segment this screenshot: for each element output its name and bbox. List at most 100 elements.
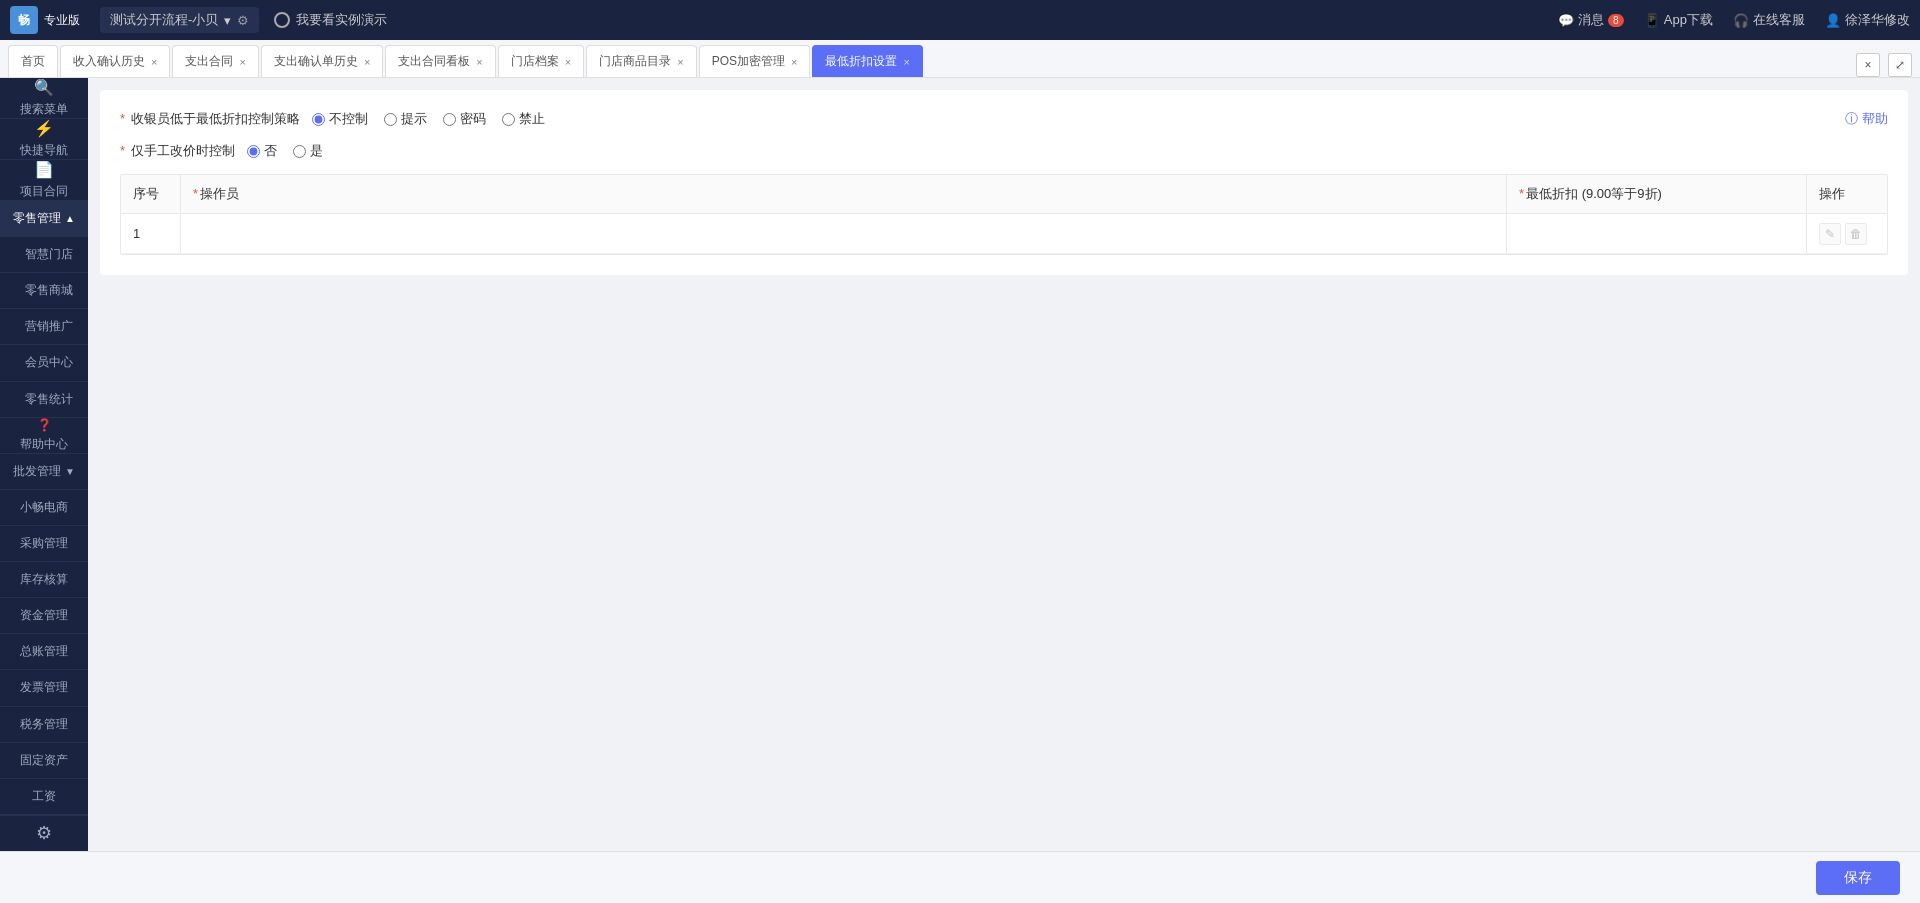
sidebar-item-funds[interactable]: 资金管理 [0, 598, 88, 634]
close-icon[interactable]: × [903, 56, 909, 68]
col-operator: *操作员 [181, 175, 1507, 213]
sidebar-item-purchase[interactable]: 采购管理 [0, 526, 88, 562]
option-password[interactable]: 密码 [443, 110, 486, 128]
tab-expense-dashboard[interactable]: 支出合同看板 × [385, 45, 495, 77]
user-label: 徐泽华修改 [1845, 11, 1910, 29]
message-button[interactable]: 💬 消息 8 [1558, 11, 1624, 29]
logo: 畅 专业版 [10, 6, 80, 34]
sidebar-item-label: 资金管理 [20, 607, 68, 624]
radio-no-control[interactable] [312, 113, 325, 126]
cell-seq: 1 [121, 214, 181, 253]
tab-min-discount-settings[interactable]: 最低折扣设置 × [812, 45, 922, 77]
sidebar-item-label: 总账管理 [20, 643, 68, 660]
option-remind[interactable]: 提示 [384, 110, 427, 128]
main-layout: 🔍 搜索菜单 ⚡ 快捷导航 📄 项目合同 零售管理 ▲ 智慧门店 零售商城 营销… [0, 78, 1920, 851]
sidebar-item-fixed-assets[interactable]: 固定资产 [0, 743, 88, 779]
sidebar-item-label: 零售管理 [13, 210, 61, 227]
project-selector[interactable]: 测试分开流程-小贝 ▾ ⚙ [100, 7, 259, 33]
manual-control-form-row: * 仅手工改价时控制 否 是 [120, 142, 1888, 160]
close-icon[interactable]: × [364, 56, 370, 68]
sidebar-item-retail-stats[interactable]: 零售统计 [0, 382, 88, 418]
expand-button[interactable]: ⤢ [1888, 53, 1912, 77]
radio-forbid[interactable] [502, 113, 515, 126]
tab-revenue-history[interactable]: 收入确认历史 × [60, 45, 170, 77]
contract-icon: 📄 [34, 160, 54, 179]
sidebar-item-ledger[interactable]: 总账管理 [0, 634, 88, 670]
tab-label: 门店档案 [511, 53, 559, 70]
radio-yes[interactable] [293, 145, 306, 158]
tab-store-products[interactable]: 门店商品目录 × [586, 45, 696, 77]
sidebar-item-label: 项目合同 [20, 183, 68, 200]
radio-no[interactable] [247, 145, 260, 158]
manual-control-radio-group: 否 是 [247, 142, 323, 160]
option-forbid[interactable]: 禁止 [502, 110, 545, 128]
option-no-control[interactable]: 不控制 [312, 110, 368, 128]
sidebar-item-member[interactable]: 会员中心 [0, 345, 88, 381]
user-profile-button[interactable]: 👤 徐泽华修改 [1825, 11, 1910, 29]
tab-expense-contract[interactable]: 支出合同 × [172, 45, 258, 77]
close-icon[interactable]: × [151, 56, 157, 68]
cell-discount [1507, 214, 1807, 253]
settings-icon: ⚙ [36, 822, 52, 844]
demo-link[interactable]: 我要看实例演示 [274, 11, 387, 29]
tab-store-archive[interactable]: 门店档案 × [498, 45, 584, 77]
sidebar-item-label: 会员中心 [25, 354, 73, 371]
tab-expense-confirm-history[interactable]: 支出确认单历史 × [261, 45, 383, 77]
tab-home[interactable]: 首页 [8, 45, 58, 77]
edit-row-button[interactable]: ✎ [1819, 223, 1841, 245]
footer: 保存 [0, 851, 1920, 903]
message-icon: 💬 [1558, 13, 1574, 28]
sidebar-item-help[interactable]: ❓ 帮助中心 [0, 418, 88, 454]
tab-pos-encryption[interactable]: POS加密管理 × [699, 45, 811, 77]
logo-text: 专业版 [44, 12, 80, 29]
logo-icon: 畅 [10, 6, 38, 34]
close-icon[interactable]: × [791, 56, 797, 68]
sidebar-item-label: 小畅电商 [20, 499, 68, 516]
save-button[interactable]: 保存 [1816, 861, 1900, 895]
sidebar-item-smart-store[interactable]: 智慧门店 [0, 237, 88, 273]
sidebar-item-inventory[interactable]: 库存核算 [0, 562, 88, 598]
question-icon: ⓘ [1845, 110, 1858, 128]
discount-control-radio-group: 不控制 提示 密码 禁止 [312, 110, 545, 128]
sidebar-item-search[interactable]: 🔍 搜索菜单 [0, 78, 88, 119]
option-no[interactable]: 否 [247, 142, 277, 160]
user-icon: 👤 [1825, 13, 1841, 28]
sidebar-item-label: 零售统计 [25, 391, 73, 408]
sidebar-item-label: 固定资产 [20, 752, 68, 769]
sidebar-item-quicknav[interactable]: ⚡ 快捷导航 [0, 119, 88, 160]
col-seq: 序号 [121, 175, 181, 213]
sidebar-item-wholesale[interactable]: 批发管理 ▼ [0, 454, 88, 490]
close-icon[interactable]: × [677, 56, 683, 68]
radio-password[interactable] [443, 113, 456, 126]
sidebar-item-tax[interactable]: 税务管理 [0, 707, 88, 743]
table-header: 序号 *操作员 *最低折扣 (9.00等于9折) 操作 [121, 175, 1887, 214]
sidebar-item-marketing[interactable]: 营销推广 [0, 309, 88, 345]
close-icon[interactable]: × [239, 56, 245, 68]
demo-icon [274, 12, 290, 28]
operator-discount-table: 序号 *操作员 *最低折扣 (9.00等于9折) 操作 1 ✎ 🗑 [120, 174, 1888, 255]
demo-text: 我要看实例演示 [296, 11, 387, 29]
close-tab-button[interactable]: × [1856, 53, 1880, 77]
online-service-button[interactable]: 🎧 在线客服 [1733, 11, 1805, 29]
close-icon[interactable]: × [565, 56, 571, 68]
tab-actions: × ⤢ [1856, 53, 1912, 77]
app-download-button[interactable]: 📱 App下载 [1644, 11, 1713, 29]
cell-actions: ✎ 🗑 [1807, 214, 1887, 253]
close-icon[interactable]: × [476, 56, 482, 68]
option-yes[interactable]: 是 [293, 142, 323, 160]
sidebar-item-contract[interactable]: 📄 项目合同 [0, 160, 88, 201]
help-link[interactable]: ⓘ 帮助 [1845, 110, 1888, 128]
delete-row-button[interactable]: 🗑 [1845, 223, 1867, 245]
sidebar-settings-button[interactable]: ⚙ [0, 815, 88, 851]
sidebar-item-invoice[interactable]: 发票管理 [0, 670, 88, 706]
sidebar-item-retail[interactable]: 零售管理 ▲ [0, 201, 88, 237]
sidebar-item-retail-mall[interactable]: 零售商城 [0, 273, 88, 309]
radio-remind[interactable] [384, 113, 397, 126]
sidebar-item-label: 快捷导航 [20, 142, 68, 159]
tab-label: 支出合同 [185, 53, 233, 70]
sidebar-item-payroll[interactable]: 工资 [0, 779, 88, 815]
gear-icon[interactable]: ⚙ [237, 13, 249, 28]
required-marker: * [120, 111, 125, 126]
tab-label: 收入确认历史 [73, 53, 145, 70]
sidebar-item-ecommerce[interactable]: 小畅电商 [0, 490, 88, 526]
